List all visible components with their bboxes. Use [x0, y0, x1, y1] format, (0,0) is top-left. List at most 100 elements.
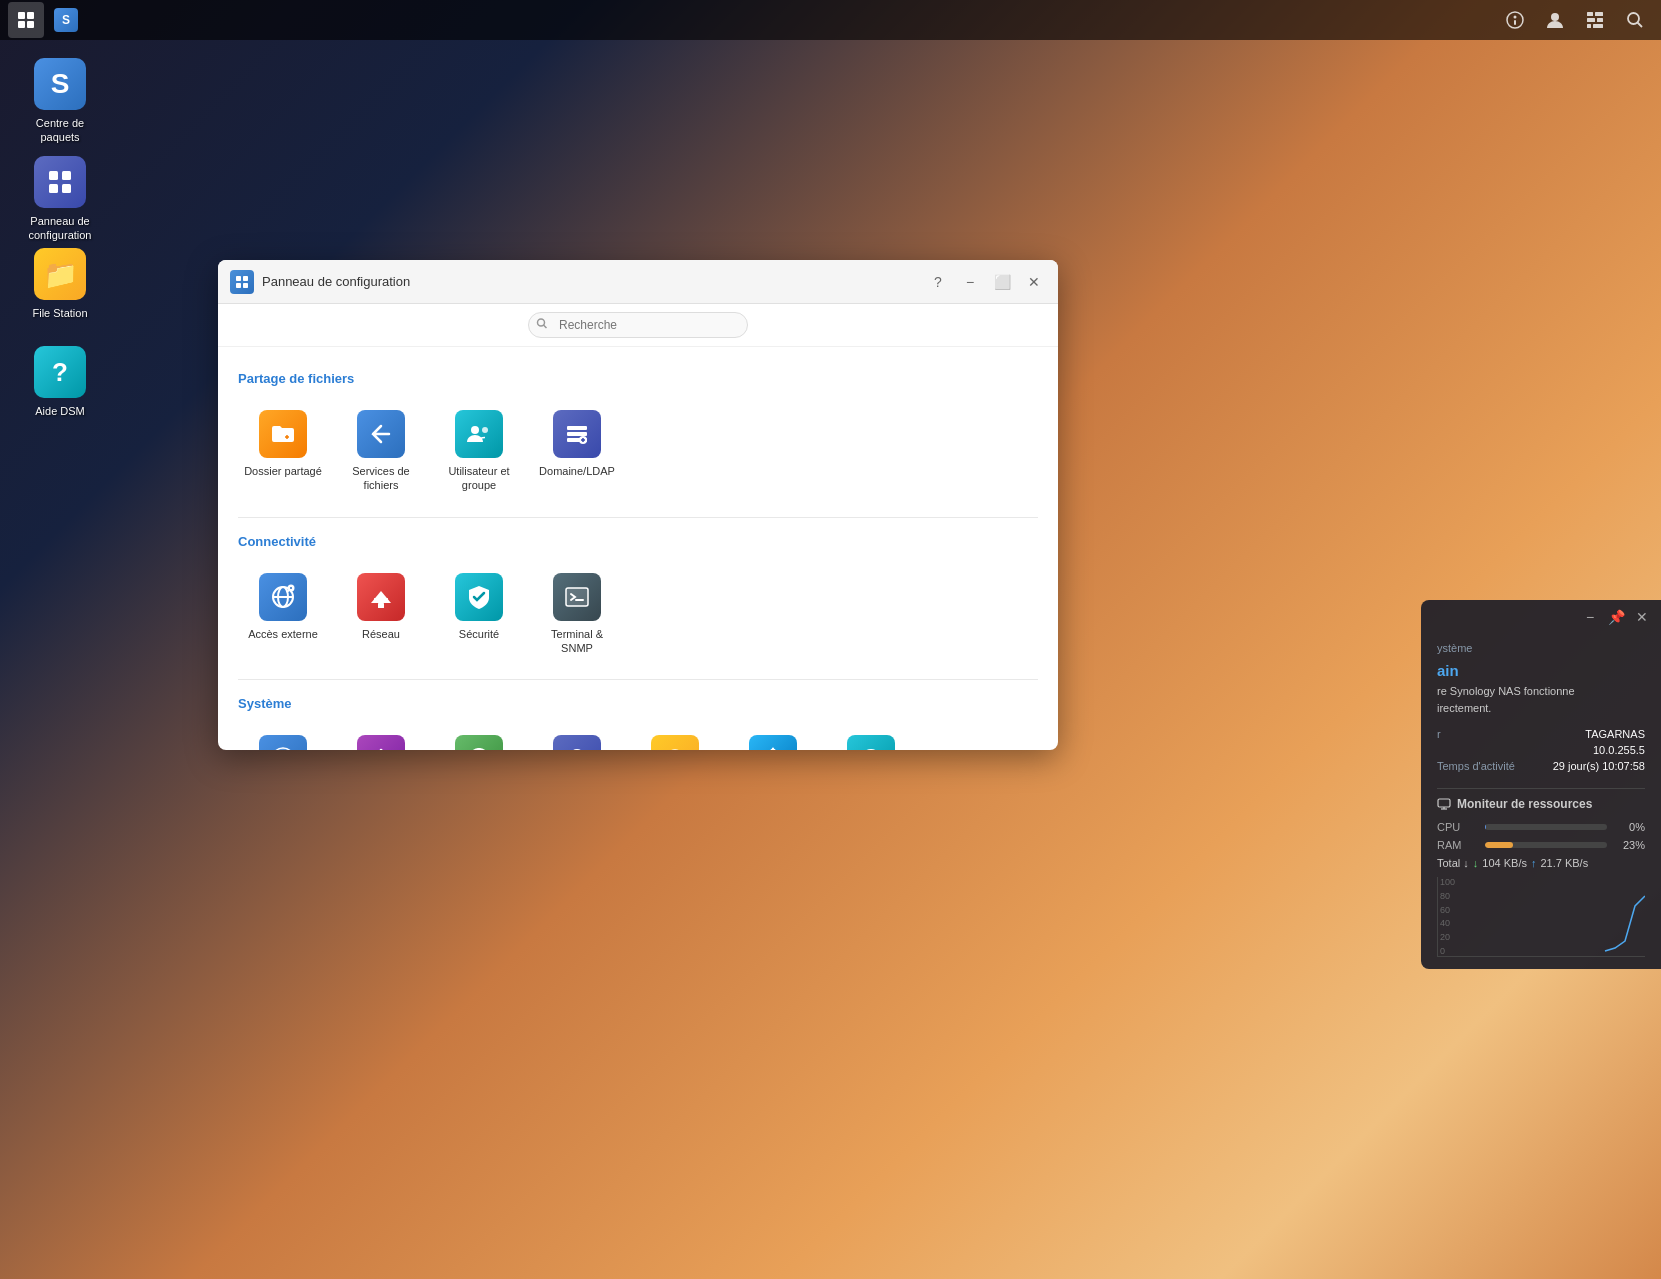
cp-help-btn[interactable]: ? [926, 270, 950, 294]
dossier-partage-label: Dossier partagé [244, 464, 322, 478]
svg-rect-12 [1587, 24, 1591, 28]
cp-title: Panneau de configuration [262, 274, 926, 289]
svg-point-27 [471, 426, 479, 434]
cp-item-options-regionales[interactable]: Options régionales [434, 727, 524, 750]
rp-section-label: ystème [1437, 642, 1645, 654]
desktop-icon-aide-dsm[interactable]: ? Aide DSM [20, 338, 100, 426]
svg-rect-23 [243, 283, 248, 288]
cp-item-materiel-alimentation[interactable]: Matériel et alimentation [630, 727, 720, 750]
cp-search-input[interactable] [528, 312, 748, 338]
cp-close-btn[interactable]: ✕ [1022, 270, 1046, 294]
rp-ip-row: 10.0.255.5 [1437, 744, 1645, 756]
domaine-ldap-icon [553, 410, 601, 458]
svg-point-5 [1514, 16, 1517, 19]
rp-cpu-metric: CPU 0% [1437, 821, 1645, 833]
synology-app-button[interactable]: S [48, 2, 84, 38]
cp-item-acces-externe[interactable]: Accès externe [238, 565, 328, 664]
apps-button[interactable] [8, 2, 44, 38]
services-fichiers-label: Services de fichiers [340, 464, 422, 493]
desktop: S [0, 0, 1661, 1279]
cp-restore-btn[interactable]: ⬜ [990, 270, 1014, 294]
reseau-icon [357, 573, 405, 621]
svg-rect-11 [1597, 18, 1603, 22]
svg-point-7 [1551, 13, 1559, 21]
svg-rect-0 [18, 12, 25, 19]
panneau-label: Panneau de configuration [24, 214, 96, 243]
cp-item-securite[interactable]: Sécurité [434, 565, 524, 664]
rp-main-title: ain [1437, 662, 1645, 679]
notification-icon [553, 735, 601, 750]
rp-chart: 100 80 60 40 20 0 [1437, 877, 1645, 957]
cp-item-peripheriques-externes[interactable]: Périphériques externes [728, 727, 818, 750]
rp-close-btn[interactable]: ✕ [1631, 606, 1653, 628]
cp-item-centre-infos[interactable]: Centre d'infos [238, 727, 328, 750]
cp-item-notification[interactable]: Notification [532, 727, 622, 750]
file-station-icon: 📁 [34, 248, 86, 300]
rp-monitor: Moniteur de ressources CPU 0% RAM 23% To… [1421, 789, 1661, 969]
cp-item-mise-a-jour[interactable]: Mise à jour et restauration [826, 727, 916, 750]
search-taskbar-icon[interactable] [1617, 2, 1653, 38]
cp-item-reseau[interactable]: Réseau [336, 565, 426, 664]
cp-item-portail-connexion[interactable]: Portail de connexion [336, 727, 426, 750]
centre-paquets-icon: S [34, 58, 86, 110]
rp-ram-fill [1485, 842, 1513, 848]
securite-icon [455, 573, 503, 621]
desktop-icon-centre-paquets[interactable]: S Centre de paquets [20, 50, 100, 153]
cp-item-terminal-snmp[interactable]: Terminal & SNMP [532, 565, 622, 664]
svg-rect-10 [1587, 18, 1595, 22]
utilisateur-groupe-label: Utilisateur et groupe [438, 464, 520, 493]
rp-uptime-key: Temps d'activité [1437, 760, 1515, 772]
file-station-label: File Station [32, 306, 87, 320]
svg-rect-13 [1593, 24, 1603, 28]
notification-icon[interactable] [1497, 2, 1533, 38]
svg-line-15 [1638, 23, 1643, 28]
dossier-partage-icon [259, 410, 307, 458]
svg-rect-3 [27, 21, 34, 28]
cp-window-controls: ? − ⬜ ✕ [926, 270, 1046, 294]
services-fichiers-icon [357, 410, 405, 458]
rp-content: ystème ain re Synology NAS fonctionneire… [1421, 634, 1661, 788]
rp-hostname-value: TAGARNAS [1585, 728, 1645, 740]
cp-item-utilisateur-groupe[interactable]: Utilisateur et groupe [434, 402, 524, 501]
divider-1 [238, 517, 1038, 518]
systeme-grid: Centre d'infos Portail de connexion [238, 727, 1038, 750]
svg-point-24 [538, 319, 545, 326]
rp-monitor-title: Moniteur de ressources [1437, 797, 1645, 811]
securite-label: Sécurité [459, 627, 499, 641]
rp-network-row: Total ↓ ↓ 104 KB/s ↑ 21.7 KB/s [1437, 857, 1645, 869]
rp-description: re Synology NAS fonctionneirectement. [1437, 683, 1645, 716]
svg-rect-39 [384, 598, 388, 601]
desktop-icon-panneau[interactable]: Panneau de configuration [20, 148, 100, 251]
rp-cpu-track [1485, 824, 1607, 830]
acces-externe-label: Accès externe [248, 627, 318, 641]
cp-minimize-btn[interactable]: − [958, 270, 982, 294]
rp-minimize-btn[interactable]: − [1579, 606, 1601, 628]
svg-rect-1 [27, 12, 34, 19]
section-systeme: Système Centre d'infos [238, 696, 1038, 750]
rp-cpu-value: 0% [1615, 821, 1645, 833]
cp-item-domaine-ldap[interactable]: Domaine/LDAP [532, 402, 622, 501]
rp-hostname-row: r TAGARNAS [1437, 728, 1645, 740]
user-icon[interactable] [1537, 2, 1573, 38]
centre-infos-icon [259, 735, 307, 750]
rp-down-arrow: ↓ [1473, 857, 1479, 869]
cp-item-services-fichiers[interactable]: Services de fichiers [336, 402, 426, 501]
desktop-icon-file-station[interactable]: 📁 File Station [20, 240, 100, 328]
cp-item-dossier-partage[interactable]: Dossier partagé [238, 402, 328, 501]
right-panel: − 📌 ✕ ystème ain re Synology NAS fonctio… [1421, 600, 1661, 969]
rp-cpu-fill [1485, 824, 1486, 830]
cp-window-icon [230, 270, 254, 294]
utilisateur-groupe-icon [455, 410, 503, 458]
terminal-snmp-label: Terminal & SNMP [536, 627, 618, 656]
cp-titlebar: Panneau de configuration ? − ⬜ ✕ [218, 260, 1058, 304]
section-systeme-title: Système [238, 696, 1038, 711]
svg-point-28 [482, 427, 488, 433]
rp-ip-value: 10.0.255.5 [1593, 744, 1645, 756]
section-partage-title: Partage de fichiers [238, 371, 1038, 386]
rp-hostname-key: r [1437, 728, 1441, 740]
svg-line-25 [544, 325, 547, 328]
rp-pin-btn[interactable]: 📌 [1605, 606, 1627, 628]
aide-dsm-icon: ? [34, 346, 86, 398]
grid-icon[interactable] [1577, 2, 1613, 38]
svg-rect-20 [236, 276, 241, 281]
